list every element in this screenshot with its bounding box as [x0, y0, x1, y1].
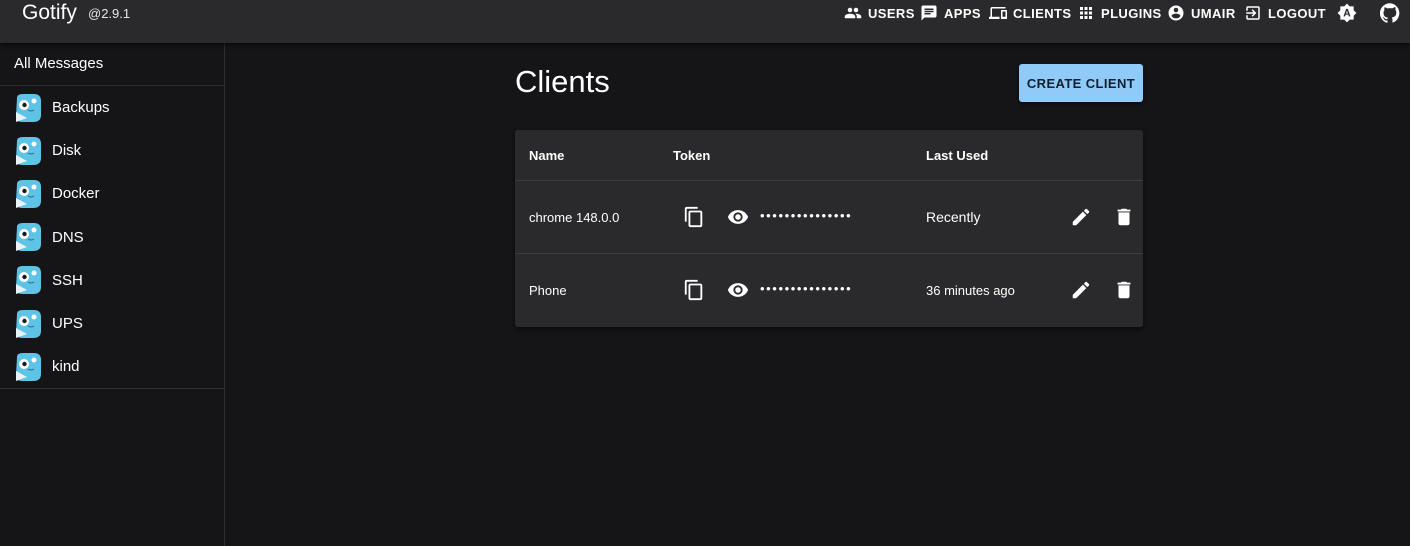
sidebar-item-label: SSH — [52, 271, 83, 289]
sidebar-item-label: DNS — [52, 228, 84, 246]
clients-table: Name Token Last Used chrome 148.0.0 ••••… — [515, 130, 1143, 327]
eye-icon[interactable] — [727, 206, 749, 228]
github-icon — [1380, 3, 1400, 23]
client-name: chrome 148.0.0 — [529, 210, 620, 225]
gopher-app-icon — [14, 352, 42, 382]
sidebar-item-ups[interactable]: UPS — [0, 302, 224, 345]
nav-logout-button[interactable]: LOGOUT — [1244, 0, 1326, 26]
brand-title[interactable]: Gotify — [22, 1, 77, 25]
sidebar-item-backups[interactable]: Backups — [0, 86, 224, 129]
logout-icon — [1244, 4, 1262, 22]
client-last-used: 36 minutes ago — [926, 283, 1015, 298]
theme-toggle-icon — [1337, 3, 1357, 23]
page-title: Clients — [515, 64, 610, 99]
client-token: ••••••••••••••• — [760, 281, 853, 296]
nav-users-label: USERS — [868, 5, 915, 21]
column-header-name: Name — [529, 148, 565, 163]
sidebar-item-label: Docker — [52, 185, 100, 203]
sidebar-item-label: Backups — [52, 99, 110, 117]
eye-icon[interactable] — [727, 279, 749, 301]
column-header-last-used: Last Used — [926, 148, 989, 163]
column-header-token: Token — [673, 148, 711, 163]
gopher-app-icon — [14, 93, 42, 123]
nav-apps-button[interactable]: APPS — [920, 0, 981, 26]
nav-apps-label: APPS — [944, 5, 982, 21]
client-token: ••••••••••••••• — [760, 208, 853, 223]
plugins-icon — [1077, 4, 1095, 22]
app-bar: Gotify @2.9.1 USERS APPS CLIENTS PLUGINS… — [0, 0, 1410, 43]
delete-icon[interactable] — [1113, 206, 1135, 228]
nav-logout-label: LOGOUT — [1268, 5, 1327, 21]
gopher-app-icon — [14, 309, 42, 339]
table-header: Name Token Last Used — [515, 130, 1143, 181]
create-client-button[interactable]: CREATE CLIENT — [1019, 64, 1143, 102]
sidebar-item-dns[interactable]: DNS — [0, 216, 224, 259]
sidebar-item-label: All Messages — [14, 55, 104, 72]
nav-clients-button[interactable]: CLIENTS — [989, 0, 1071, 26]
client-name: Phone — [529, 283, 567, 298]
table-row: Phone ••••••••••••••• 36 minutes ago — [515, 254, 1143, 327]
gopher-app-icon — [14, 265, 42, 295]
sidebar-item-label: kind — [52, 358, 80, 376]
account-icon — [1167, 4, 1185, 22]
sidebar: All Messages Backups Disk Docker DNS SSH… — [0, 43, 225, 546]
sidebar-item-docker[interactable]: Docker — [0, 172, 224, 215]
nav-account-button[interactable]: UMAIR — [1167, 0, 1236, 26]
clients-icon — [989, 4, 1007, 22]
table-row: chrome 148.0.0 ••••••••••••••• Recently — [515, 181, 1143, 254]
edit-icon[interactable] — [1070, 279, 1092, 301]
sidebar-item-kind[interactable]: kind — [0, 345, 224, 388]
sidebar-item-label: Disk — [52, 142, 82, 160]
sidebar-item-disk[interactable]: Disk — [0, 129, 224, 172]
github-button[interactable] — [1380, 3, 1400, 23]
nav-plugins-label: PLUGINS — [1101, 5, 1162, 21]
copy-icon[interactable] — [683, 279, 705, 301]
gopher-app-icon — [14, 222, 42, 252]
nav-account-label: UMAIR — [1191, 5, 1236, 21]
sidebar-item-all-messages[interactable]: All Messages — [0, 43, 224, 86]
nav-users-button[interactable]: USERS — [844, 0, 915, 26]
client-last-used: Recently — [926, 209, 981, 225]
gopher-app-icon — [14, 179, 42, 209]
delete-icon[interactable] — [1113, 279, 1135, 301]
sidebar-item-label: UPS — [52, 315, 83, 333]
nav-plugins-button[interactable]: PLUGINS — [1077, 0, 1162, 26]
edit-icon[interactable] — [1070, 206, 1092, 228]
users-icon — [844, 4, 862, 22]
gopher-app-icon — [14, 136, 42, 166]
app-list: Backups Disk Docker DNS SSH UPS kind — [0, 86, 224, 390]
version-label: @2.9.1 — [88, 6, 131, 21]
apps-icon — [920, 4, 938, 22]
copy-icon[interactable] — [683, 206, 705, 228]
theme-toggle-button[interactable] — [1337, 3, 1357, 23]
nav-clients-label: CLIENTS — [1013, 5, 1072, 21]
sidebar-item-ssh[interactable]: SSH — [0, 259, 224, 302]
